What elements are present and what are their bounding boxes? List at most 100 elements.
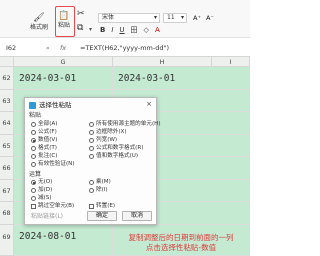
paste-option-column-widths[interactable]: 列宽(W) (89, 137, 117, 144)
paste-option-formats[interactable]: 格式(T) (31, 145, 57, 152)
option-label: 所有使用源主题的单元(H) (96, 121, 161, 127)
cell-i68[interactable] (212, 202, 250, 225)
chevron-down-icon: ▾ (180, 14, 184, 21)
font-size-select[interactable]: 11 ▾ (163, 13, 187, 23)
paste-option-comments[interactable]: 批注(C) (31, 153, 57, 160)
formula-bar: I62 ⌕ fx =TEXT(H62,"yyyy-mm-dd") (0, 39, 250, 57)
corner-cell[interactable] (0, 57, 14, 67)
transpose-checkbox[interactable]: 转置(E) (89, 203, 115, 210)
cell-i65[interactable] (212, 135, 250, 157)
row-header[interactable]: 67 (0, 180, 14, 202)
option-label: 除(I) (96, 187, 108, 193)
copy-dropdown-icon[interactable]: ▾ (89, 26, 92, 33)
app-logo-icon (29, 101, 36, 109)
copy-icon: ⧉ (77, 23, 84, 33)
operation-section-label: 运算 (29, 171, 42, 178)
operation-none[interactable]: 无(O) (31, 179, 52, 186)
paste-option-validation[interactable]: 有效性验证(N) (31, 161, 75, 168)
option-label: 公式(F) (38, 129, 57, 135)
copy-button[interactable]: ⧉ (77, 23, 83, 34)
annotation-text: 复制调整后的日期到前面的一列 点击选择性粘贴-数值 (112, 233, 250, 252)
column-header-g[interactable]: G (14, 57, 113, 67)
paste-button[interactable]: 📋 粘贴 (58, 11, 70, 30)
column-header-h[interactable]: H (113, 57, 212, 67)
fx-icon[interactable]: fx (60, 43, 66, 53)
grow-font-button[interactable]: A⁺ (193, 14, 201, 22)
clipboard-icon: 📋 (58, 11, 70, 21)
shrink-font-button[interactable]: A⁻ (206, 14, 214, 22)
radio-icon (89, 130, 94, 135)
paste-option-formulas-numbers[interactable]: 公式和数字格式(R) (89, 145, 143, 152)
skip-blanks-checkbox[interactable]: 跳过空单元(B) (31, 203, 74, 210)
radio-icon (89, 138, 94, 143)
underline-button[interactable]: U (119, 26, 124, 35)
paste-special-dialog: 选择性粘贴 × 粘贴 全部(A) 公式(F) 数值(V) 格式(T) 批注(C)… (24, 97, 161, 225)
operation-multiply[interactable]: 乘(M) (89, 179, 111, 186)
annotation-line-1: 复制调整后的日期到前面的一列 (128, 233, 234, 242)
ok-button[interactable]: 确定 (87, 211, 117, 221)
option-label: 公式和数字格式(R) (96, 145, 144, 151)
radio-icon (89, 154, 94, 159)
paste-option-values-numbers[interactable]: 值和数字格式(U) (89, 153, 138, 160)
paste-option-all[interactable]: 全部(A) (31, 121, 57, 128)
radio-icon (31, 188, 36, 193)
fill-color-button[interactable]: ◇ (144, 26, 149, 35)
row-header[interactable]: 63 (0, 90, 14, 112)
column-header-i[interactable]: I (212, 57, 250, 67)
paste-option-except-borders[interactable]: 边框除外(X) (89, 129, 127, 136)
operation-subtract[interactable]: 减(S) (31, 195, 52, 202)
option-label: 批注(C) (38, 153, 58, 159)
option-label: 数值(V) (38, 137, 58, 143)
cell-i67[interactable] (212, 180, 250, 202)
cancel-button[interactable]: 取消 (122, 211, 152, 221)
row-header[interactable]: 64 (0, 112, 14, 135)
cell-h62[interactable]: 2024-03-01 (113, 67, 212, 90)
option-label: 全部(A) (38, 121, 58, 127)
row-header[interactable]: 68 (0, 202, 14, 225)
format-painter-button[interactable]: 🖌 格式刷 (30, 13, 48, 32)
annotation-line-2: 点击选择性粘贴-数值 (145, 242, 217, 252)
row-header[interactable]: 62 (0, 67, 14, 90)
row-header[interactable]: 69 (0, 225, 14, 256)
name-box[interactable]: I62 (6, 43, 44, 53)
paste-option-source-theme[interactable]: 所有使用源主题的单元(H) (89, 121, 161, 128)
option-label: 列宽(W) (96, 137, 118, 143)
scissors-icon: ✂ (77, 9, 85, 19)
radio-icon (31, 154, 36, 159)
cell-i66[interactable] (212, 157, 250, 180)
cell-i64[interactable] (212, 112, 250, 135)
option-label: 跳过空单元(B) (38, 203, 75, 209)
italic-button[interactable]: I (111, 26, 113, 35)
option-label: 格式(T) (38, 145, 57, 151)
paste-option-values[interactable]: 数值(V) (31, 137, 57, 144)
bold-button[interactable]: B (100, 26, 105, 35)
magnifier-icon[interactable]: ⌕ (46, 43, 50, 53)
cell-i62[interactable] (212, 67, 250, 90)
radio-icon (89, 180, 94, 185)
close-icon[interactable]: × (146, 100, 152, 108)
paste-link-button[interactable]: 粘贴链接(L) (31, 213, 63, 220)
cell-i63[interactable] (212, 90, 250, 112)
cell-g69[interactable]: 2024-08-01 (14, 225, 113, 256)
font-color-button[interactable]: A (155, 26, 160, 35)
ribbon-toolbar: 🖌 格式刷 📋 粘贴 ✂ ⧉ ▾ 宋体 ▾ 11 ▾ A⁺ A⁻ B I U 田… (0, 0, 250, 38)
operation-add[interactable]: 加(D) (31, 187, 52, 194)
option-label: 减(S) (38, 195, 52, 201)
chevron-down-icon: ▾ (153, 14, 157, 21)
cell-g62[interactable]: 2024-03-01 (14, 67, 113, 90)
font-name-select[interactable]: 宋体 ▾ (98, 13, 160, 23)
border-button[interactable]: 田 (131, 26, 138, 35)
radio-selected-icon (31, 180, 36, 185)
cut-button[interactable]: ✂ (77, 9, 85, 20)
operation-divide[interactable]: 除(I) (89, 187, 108, 194)
font-format-row: B I U 田 ◇ A (100, 26, 160, 35)
checkbox-icon (89, 204, 94, 209)
row-header[interactable]: 65 (0, 135, 14, 157)
option-label: 边框除外(X) (96, 129, 127, 135)
paste-option-formulas[interactable]: 公式(F) (31, 129, 57, 136)
formula-input[interactable]: =TEXT(H62,"yyyy-mm-dd") (80, 43, 169, 53)
paste-label: 粘贴 (58, 22, 71, 29)
row-header[interactable]: 66 (0, 157, 14, 180)
radio-icon (89, 122, 94, 127)
format-painter-label: 格式刷 (30, 24, 49, 31)
